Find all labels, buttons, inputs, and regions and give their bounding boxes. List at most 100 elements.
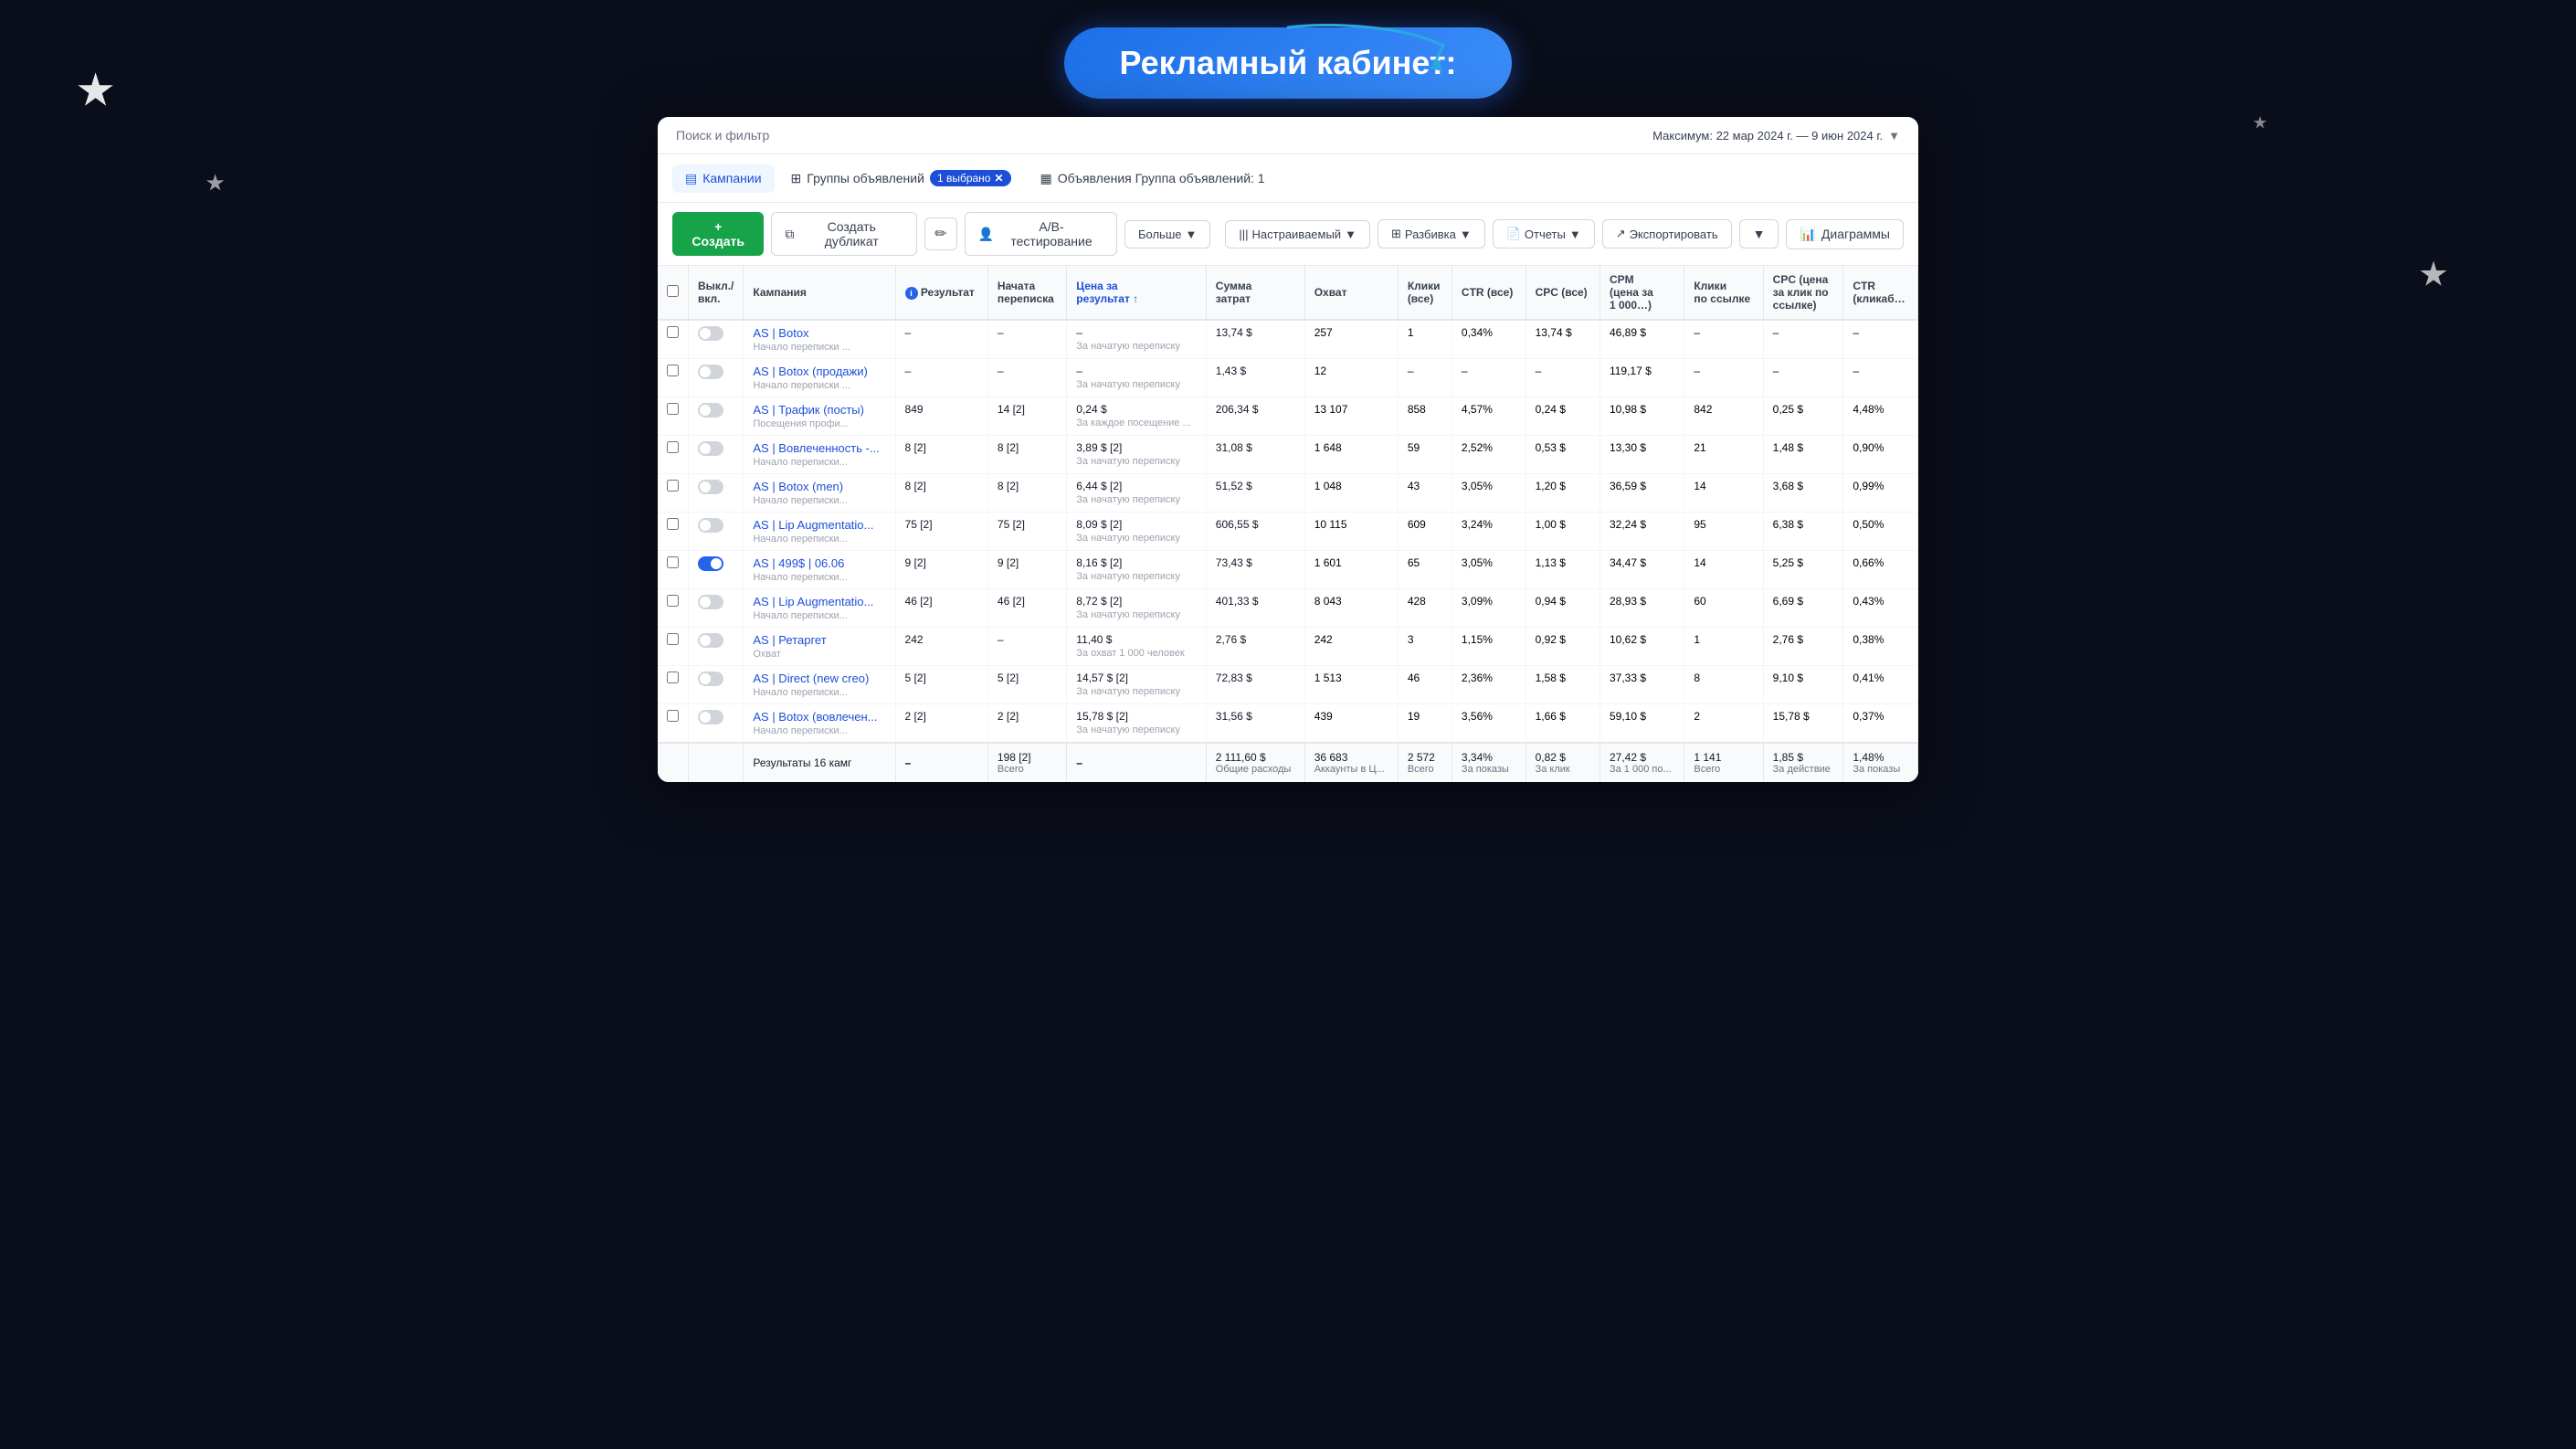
row-select-checkbox[interactable] (667, 556, 679, 568)
toggle-switch[interactable] (698, 326, 723, 341)
row-select-checkbox[interactable] (667, 365, 679, 376)
ads-label: Объявления Группа объявлений: 1 (1058, 171, 1265, 185)
toggle-switch[interactable] (698, 441, 723, 456)
row-checkbox[interactable] (658, 666, 689, 704)
export-button[interactable]: ↗ Экспортировать (1602, 219, 1732, 249)
cpm-val: 59,10 $ (1610, 710, 1674, 723)
row-checkbox[interactable] (658, 359, 689, 397)
row-cpc-ss: 6,38 $ (1763, 513, 1843, 551)
toggle-switch[interactable] (698, 518, 723, 533)
row-toggle[interactable] (689, 320, 744, 359)
campaign-name[interactable]: AS | Botox (продажи) (753, 365, 885, 378)
row-select-checkbox[interactable] (667, 710, 679, 722)
toggle-switch[interactable] (698, 480, 723, 494)
charts-button[interactable]: 📊 Диаграммы (1786, 219, 1904, 249)
row-checkbox[interactable] (658, 704, 689, 744)
search-filter[interactable]: Поиск и фильтр (676, 128, 769, 143)
row-toggle[interactable] (689, 436, 744, 474)
campaign-name[interactable]: AS | Ретаргет (753, 633, 885, 647)
row-select-checkbox[interactable] (667, 595, 679, 607)
reports-button[interactable]: 📄 Отчеты ▼ (1493, 219, 1595, 249)
toggle-switch[interactable] (698, 633, 723, 648)
customize-button[interactable]: ||| Настраиваемый ▼ (1225, 220, 1370, 249)
row-checkbox[interactable] (658, 513, 689, 551)
row-select-checkbox[interactable] (667, 326, 679, 338)
row-toggle[interactable] (689, 551, 744, 589)
footer-kliki: 2 572 Всего (1398, 743, 1452, 782)
cpc-ss-val: 0,25 $ (1773, 403, 1834, 416)
row-toggle[interactable] (689, 474, 744, 513)
row-result: 75 [2] (895, 513, 987, 551)
select-all-checkbox[interactable] (667, 285, 679, 297)
footer-ctr: 3,34% За показы (1452, 743, 1526, 782)
toggle-switch[interactable] (698, 595, 723, 609)
kliki-val: 858 (1408, 403, 1442, 416)
ctr-kl-val: – (1853, 365, 1908, 377)
campaign-name[interactable]: AS | Botox (753, 326, 885, 340)
toggle-switch[interactable] (698, 403, 723, 418)
create-button[interactable]: + Создать (672, 212, 764, 256)
tab-ads[interactable]: ▦ Объявления Группа объявлений: 1 (1028, 164, 1278, 193)
chevron-down-icon: ▼ (1888, 129, 1900, 143)
campaign-name[interactable]: AS | Lip Augmentatio... (753, 518, 885, 532)
toggle-switch[interactable] (698, 556, 723, 571)
campaign-name[interactable]: AS | Трафик (посты) (753, 403, 885, 417)
duplicate-button[interactable]: ⧉ Создать дубликат (771, 212, 917, 256)
edit-button[interactable]: ✏ (924, 217, 956, 250)
campaign-name[interactable]: AS | Вовлеченность -... (753, 441, 885, 455)
cena-sub: За начатую переписку (1076, 341, 1197, 352)
cena-sub: За охват 1 000 человек (1076, 648, 1197, 659)
campaign-name[interactable]: AS | Direct (new creo) (753, 672, 885, 685)
row-checkbox[interactable] (658, 474, 689, 513)
campaign-name[interactable]: AS | Botox (вовлечен... (753, 710, 885, 724)
row-checkbox[interactable] (658, 397, 689, 436)
result-info-icon[interactable]: i (905, 287, 918, 300)
row-toggle[interactable] (689, 628, 744, 666)
row-select-checkbox[interactable] (667, 672, 679, 683)
row-toggle[interactable] (689, 513, 744, 551)
row-select-checkbox[interactable] (667, 441, 679, 453)
cpc-vse-val: 0,24 $ (1536, 403, 1590, 416)
cpc-vse-val: 13,74 $ (1536, 326, 1590, 339)
summa-val: 13,74 $ (1216, 326, 1295, 339)
reports-label: Отчеты (1525, 227, 1566, 241)
ab-test-button[interactable]: 👤 А/В-тестирование (965, 212, 1117, 256)
cena-val: 0,24 $ (1076, 403, 1197, 416)
row-checkbox[interactable] (658, 320, 689, 359)
tab-campaigns[interactable]: ▤ Кампании (672, 164, 775, 193)
header-checkbox[interactable] (658, 266, 689, 320)
kliki-val: 3 (1408, 633, 1442, 646)
row-toggle[interactable] (689, 397, 744, 436)
row-toggle[interactable] (689, 589, 744, 628)
row-toggle[interactable] (689, 359, 744, 397)
more-button[interactable]: Больше ▼ (1124, 220, 1210, 249)
date-range[interactable]: Максимум: 22 мар 2024 г. — 9 июн 2024 г.… (1652, 129, 1900, 143)
row-checkbox[interactable] (658, 551, 689, 589)
close-icon[interactable]: ✕ (994, 172, 1003, 185)
row-select-checkbox[interactable] (667, 403, 679, 415)
main-container: Поиск и фильтр Максимум: 22 мар 2024 г. … (658, 117, 1918, 782)
tab-ad-groups[interactable]: ⊞ Группы объявлений 1 выбрано ✕ (778, 164, 1024, 193)
row-checkbox[interactable] (658, 589, 689, 628)
row-summa: 206,34 $ (1206, 397, 1304, 436)
row-checkbox[interactable] (658, 436, 689, 474)
ctr-kl-val: 0,50% (1853, 518, 1908, 531)
row-checkbox[interactable] (658, 628, 689, 666)
more-options-button[interactable]: ▼ (1739, 219, 1779, 249)
result-val: 2 [2] (905, 710, 978, 723)
cpc-ss-val: – (1773, 365, 1834, 377)
cpc-vse-val: 1,20 $ (1536, 480, 1590, 492)
row-select-checkbox[interactable] (667, 480, 679, 492)
row-cena: 0,24 $ За каждое посещение ... (1067, 397, 1207, 436)
toggle-switch[interactable] (698, 365, 723, 379)
toggle-switch[interactable] (698, 672, 723, 686)
breakdown-button[interactable]: ⊞ Разбивка ▼ (1378, 219, 1485, 249)
row-select-checkbox[interactable] (667, 518, 679, 530)
campaign-name[interactable]: AS | Botox (men) (753, 480, 885, 493)
row-toggle[interactable] (689, 704, 744, 744)
row-select-checkbox[interactable] (667, 633, 679, 645)
campaign-name[interactable]: AS | Lip Augmentatio... (753, 595, 885, 608)
toggle-switch[interactable] (698, 710, 723, 724)
row-toggle[interactable] (689, 666, 744, 704)
campaign-name[interactable]: AS | 499$ | 06.06 (753, 556, 885, 570)
